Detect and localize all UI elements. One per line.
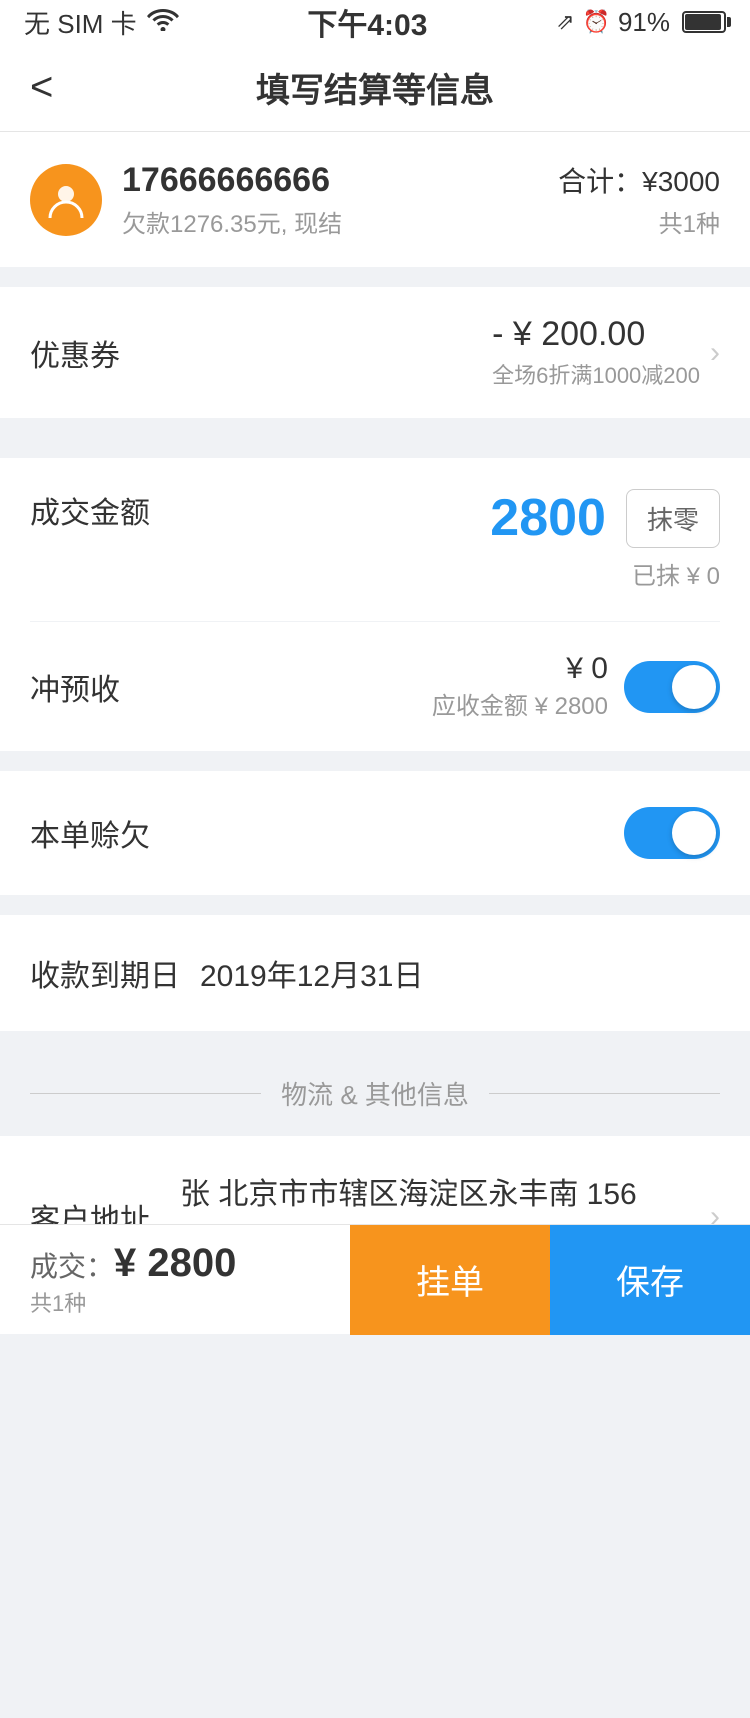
nav-bar: < 填写结算等信息 [0,44,750,132]
total-count: 共1种 [558,204,720,239]
customer-phone: 17666666666 [122,161,342,200]
deal-amount-row: 成交金额 2800 抹零 已抹 ¥ 0 [30,458,720,622]
debt-toggle-knob [672,811,716,855]
bottom-summary: 成交： ¥ 2800 共1种 [0,1241,350,1318]
empty-space [0,1298,750,1598]
avatar [30,164,102,236]
back-button[interactable]: < [20,55,63,120]
prepay-amount: ¥ 0 [432,652,608,686]
bottom-bar: 成交： ¥ 2800 共1种 挂单 保存 [0,1224,750,1334]
prepay-label: 冲预收 [30,665,120,709]
deal-right: 2800 抹零 已抹 ¥ 0 [490,488,720,591]
battery-percent: 91% [618,7,670,38]
chevron-right-icon: › [710,336,720,370]
logistics-line-left [30,1093,261,1094]
due-date-row: 收款到期日 2019年12月31日 [30,915,720,1031]
coupon-desc: 全场6折满1000减200 [492,358,700,390]
prepay-amount-block: ¥ 0 应收金额 ¥ 2800 [432,652,608,721]
toggle-knob [672,665,716,709]
bottom-amount: ¥ 2800 [114,1241,236,1286]
coupon-label: 优惠券 [30,331,120,375]
customer-left: 17666666666 欠款1276.35元, 现结 [30,161,342,239]
location-icon: ⇗ [556,9,574,35]
section-divider-2 [0,751,750,771]
carrier-text: 无 SIM 卡 [24,4,137,41]
status-right: ⇗ ⏰ 91% [556,7,726,38]
section-divider-3 [0,895,750,915]
logistics-divider: 物流 & 其他信息 [0,1051,750,1136]
due-date-value: 2019年12月31日 [200,951,423,995]
deal-sub: 已抹 ¥ 0 [632,556,720,591]
page-title: 填写结算等信息 [256,63,494,112]
status-time: 下午4:03 [307,0,427,44]
coupon-right: - ¥ 200.00 全场6折满1000减200 [492,315,700,390]
customer-debt: 欠款1276.35元, 现结 [122,204,342,239]
wifi-icon [147,7,179,38]
customer-right: 合计：¥3000 共1种 [558,160,720,239]
battery-icon [682,11,726,33]
customer-card: 17666666666 欠款1276.35元, 现结 合计：¥3000 共1种 [0,132,750,267]
prepay-row: 冲预收 ¥ 0 应收金额 ¥ 2800 [30,622,720,751]
deal-value: 2800 [490,488,606,548]
debt-toggle[interactable] [624,807,720,859]
prepay-toggle[interactable] [624,661,720,713]
amount-section: 成交金额 2800 抹零 已抹 ¥ 0 冲预收 ¥ 0 应收金额 ¥ 2800 [0,458,750,751]
customer-info: 17666666666 欠款1276.35元, 现结 [122,161,342,239]
logistics-text: 物流 & 其他信息 [281,1075,469,1112]
prepay-sub: 应收金额 ¥ 2800 [432,686,608,721]
status-bar: 无 SIM 卡 下午4:03 ⇗ ⏰ 91% [0,0,750,44]
save-button[interactable]: 保存 [550,1225,750,1335]
coupon-row[interactable]: 优惠券 - ¥ 200.00 全场6折满1000减200 › [0,287,750,418]
debt-section: 本单赊欠 [0,771,750,895]
bottom-count: 共1种 [30,1286,320,1318]
due-label: 收款到期日 [30,951,180,995]
logistics-line-right [489,1093,720,1094]
content: 17666666666 欠款1276.35元, 现结 合计：¥3000 共1种 … [0,132,750,1718]
alarm-icon: ⏰ [583,9,610,35]
hold-button[interactable]: 挂单 [350,1225,550,1335]
status-left: 无 SIM 卡 [24,4,179,41]
due-date-section: 收款到期日 2019年12月31日 [0,915,750,1031]
deal-label: 成交金额 [30,488,150,532]
coupon-discount: - ¥ 200.00 [492,315,700,354]
prepay-right: ¥ 0 应收金额 ¥ 2800 [432,652,720,721]
debt-label: 本单赊欠 [30,811,150,855]
section-divider-4 [0,1031,750,1051]
section-divider-1 [0,438,750,458]
debt-row: 本单赊欠 [30,771,720,895]
bottom-deal-label: 成交： [30,1245,114,1285]
total-amount: 合计：¥3000 [558,160,720,200]
erling-button[interactable]: 抹零 [626,489,720,548]
